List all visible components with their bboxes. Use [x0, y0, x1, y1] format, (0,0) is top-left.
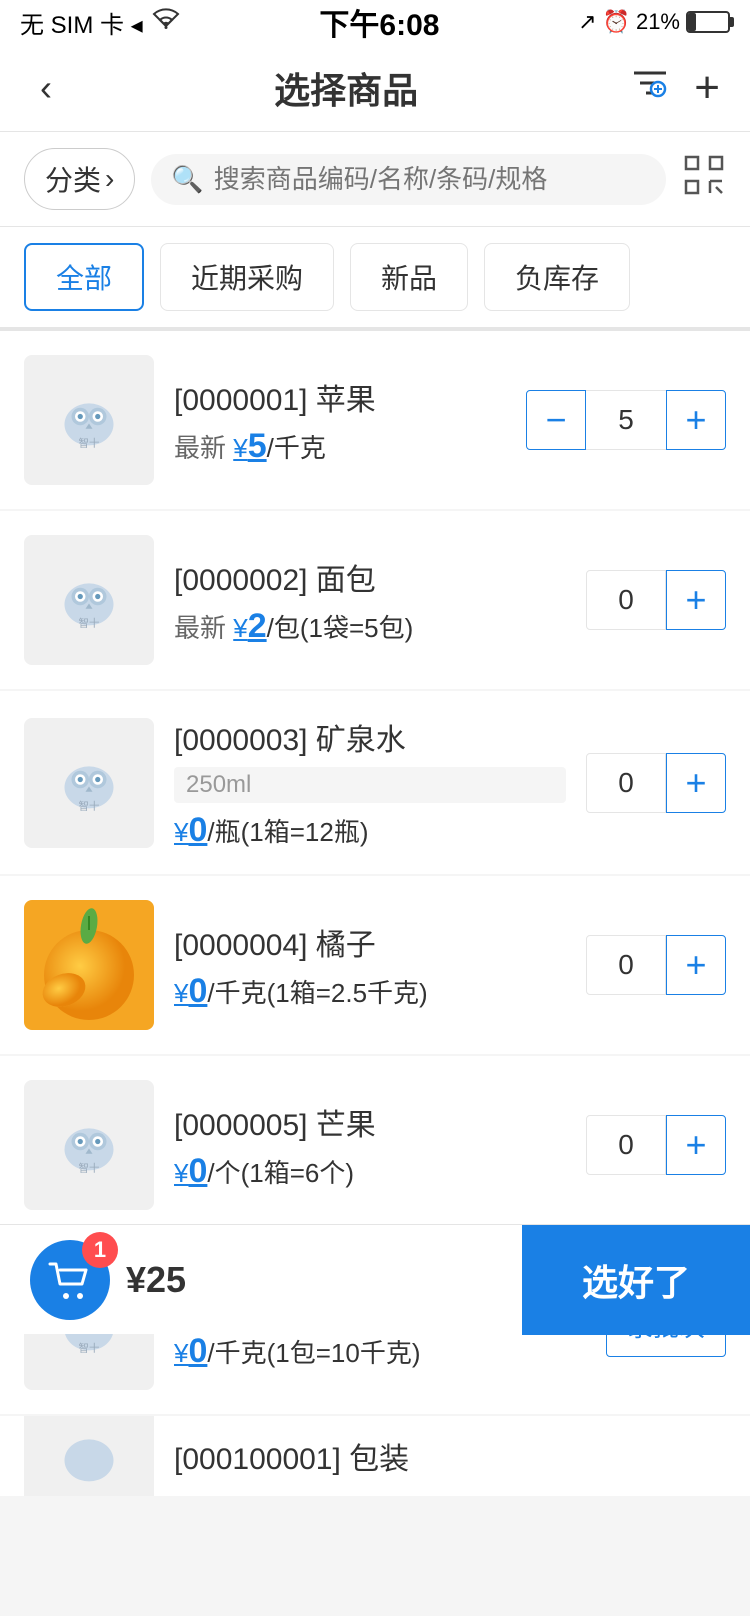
- category-button[interactable]: 分类 ›: [24, 148, 135, 210]
- qty-plus-button[interactable]: +: [666, 570, 726, 630]
- status-bar: 无 SIM 卡 ◂ 下午6:08 ↗ ⏰ 21%: [0, 0, 750, 44]
- product-price: ¥0/个(1箱=6个): [174, 1152, 566, 1191]
- product-price: ¥0/千克(1包=10千克): [174, 1332, 586, 1371]
- page-title: 选择商品: [274, 62, 418, 114]
- category-chevron: ›: [105, 163, 114, 195]
- owl-placeholder: 智十: [24, 535, 154, 665]
- battery-icon: [686, 11, 730, 33]
- product-name: [0000004] 橘子: [174, 920, 566, 964]
- product-name: [0000001] 苹果: [174, 375, 506, 419]
- owl-icon: 智十: [54, 565, 124, 635]
- owl-icon: 智十: [54, 385, 124, 455]
- owl-placeholder: 智十: [24, 355, 154, 485]
- cart-section: 1 ¥25: [0, 1240, 522, 1320]
- owl-icon: [54, 1421, 124, 1491]
- product-item-partial: [000100001] 包装: [0, 1416, 750, 1496]
- qty-plus-button[interactable]: +: [666, 753, 726, 813]
- qty-control-0000001: − +: [526, 390, 726, 450]
- status-right: ↗ ⏰ 21%: [578, 9, 730, 35]
- product-name: [000100001] 包装: [174, 1434, 726, 1478]
- qty-input[interactable]: [586, 1115, 666, 1175]
- qty-plus-button[interactable]: +: [666, 1115, 726, 1175]
- tab-bar: 全部 近期采购 新品 负库存: [0, 227, 750, 331]
- owl-placeholder: 智十: [24, 718, 154, 848]
- product-info-0000002: [0000002] 面包 最新 ¥2/包(1袋=5包): [174, 555, 566, 646]
- qty-input[interactable]: [586, 753, 666, 813]
- search-bar: 分类 › 🔍: [0, 132, 750, 227]
- owl-icon: 智十: [54, 748, 124, 818]
- qty-plus-button[interactable]: +: [666, 935, 726, 995]
- qty-input[interactable]: [586, 935, 666, 995]
- qty-control-0000002: +: [586, 570, 726, 630]
- tab-negative[interactable]: 负库存: [484, 243, 630, 311]
- tab-new[interactable]: 新品: [350, 243, 468, 311]
- search-icon: 🔍: [171, 164, 203, 195]
- owl-placeholder: [24, 1416, 154, 1496]
- search-input-wrap: 🔍: [151, 154, 666, 205]
- svg-text:智十: 智十: [79, 616, 100, 629]
- product-spec: 250ml: [174, 767, 566, 803]
- product-item: [0000004] 橘子 ¥0/千克(1箱=2.5千克) +: [0, 876, 750, 1054]
- product-image-partial: [24, 1416, 154, 1496]
- product-item: 智十 [0000001] 苹果 最新 ¥5/千克 − +: [0, 331, 750, 509]
- alarm-icon: ⏰: [603, 9, 630, 35]
- back-button[interactable]: ‹: [30, 57, 62, 119]
- product-image-0000003: 智十: [24, 718, 154, 848]
- svg-text:智十: 智十: [79, 436, 100, 449]
- add-icon[interactable]: +: [694, 63, 720, 113]
- tab-all[interactable]: 全部: [24, 243, 144, 311]
- product-price: ¥0/瓶(1箱=12瓶): [174, 811, 566, 850]
- wifi-icon: [151, 8, 181, 37]
- sim-label: 无 SIM 卡 ◂: [20, 5, 143, 40]
- qty-minus-button[interactable]: −: [526, 390, 586, 450]
- nav-bar: ‹ 选择商品 +: [0, 44, 750, 132]
- qty-control-0000004: +: [586, 935, 726, 995]
- tab-recent[interactable]: 近期采购: [160, 243, 334, 311]
- product-info-0000005: [0000005] 芒果 ¥0/个(1箱=6个): [174, 1100, 566, 1191]
- product-item: 智十 [0000005] 芒果 ¥0/个(1箱=6个) +: [0, 1056, 750, 1234]
- svg-text:智十: 智十: [79, 799, 100, 812]
- search-input[interactable]: [214, 164, 646, 195]
- product-price: 最新 ¥5/千克: [174, 427, 506, 466]
- location-icon: ↗: [578, 9, 596, 35]
- qty-plus-button[interactable]: +: [666, 390, 726, 450]
- product-info-partial: [000100001] 包装: [174, 1434, 726, 1478]
- bottom-bar: 1 ¥25 选好了: [0, 1224, 750, 1334]
- product-name: [0000003] 矿泉水: [174, 715, 566, 759]
- scan-icon[interactable]: [682, 153, 726, 205]
- battery-percent: 21%: [636, 9, 680, 35]
- owl-icon: 智十: [54, 1110, 124, 1180]
- product-image-0000002: 智十: [24, 535, 154, 665]
- svg-text:智十: 智十: [79, 1341, 100, 1354]
- qty-control-0000003: +: [586, 753, 726, 813]
- product-name: [0000002] 面包: [174, 555, 566, 599]
- nav-actions: +: [630, 63, 720, 113]
- category-label: 分类: [45, 159, 101, 199]
- status-time: 下午6:08: [319, 0, 439, 44]
- product-item: 智十 [0000003] 矿泉水 250ml ¥0/瓶(1箱=12瓶) +: [0, 691, 750, 874]
- svg-text:智十: 智十: [79, 1161, 100, 1174]
- owl-placeholder: 智十: [24, 1080, 154, 1210]
- status-left: 无 SIM 卡 ◂: [20, 5, 181, 40]
- product-name: [0000005] 芒果: [174, 1100, 566, 1144]
- product-price: ¥0/千克(1箱=2.5千克): [174, 972, 566, 1011]
- qty-input[interactable]: [586, 390, 666, 450]
- product-image-0000004: [24, 900, 154, 1030]
- cart-badge: 1: [82, 1232, 118, 1268]
- product-price: 最新 ¥2/包(1袋=5包): [174, 607, 566, 646]
- cart-total: ¥25: [126, 1259, 186, 1301]
- cart-button[interactable]: 1: [30, 1240, 110, 1320]
- product-info-0000001: [0000001] 苹果 最新 ¥5/千克: [174, 375, 506, 466]
- confirm-button[interactable]: 选好了: [522, 1225, 750, 1335]
- product-info-0000003: [0000003] 矿泉水 250ml ¥0/瓶(1箱=12瓶): [174, 715, 566, 850]
- cart-icon: [48, 1260, 92, 1300]
- product-item: 智十 [0000002] 面包 最新 ¥2/包(1袋=5包) +: [0, 511, 750, 689]
- product-image-0000001: 智十: [24, 355, 154, 485]
- filter-icon[interactable]: [630, 65, 670, 110]
- product-info-0000004: [0000004] 橘子 ¥0/千克(1箱=2.5千克): [174, 920, 566, 1011]
- orange-image: [24, 900, 154, 1030]
- qty-control-0000005: +: [586, 1115, 726, 1175]
- product-image-0000005: 智十: [24, 1080, 154, 1210]
- qty-input[interactable]: [586, 570, 666, 630]
